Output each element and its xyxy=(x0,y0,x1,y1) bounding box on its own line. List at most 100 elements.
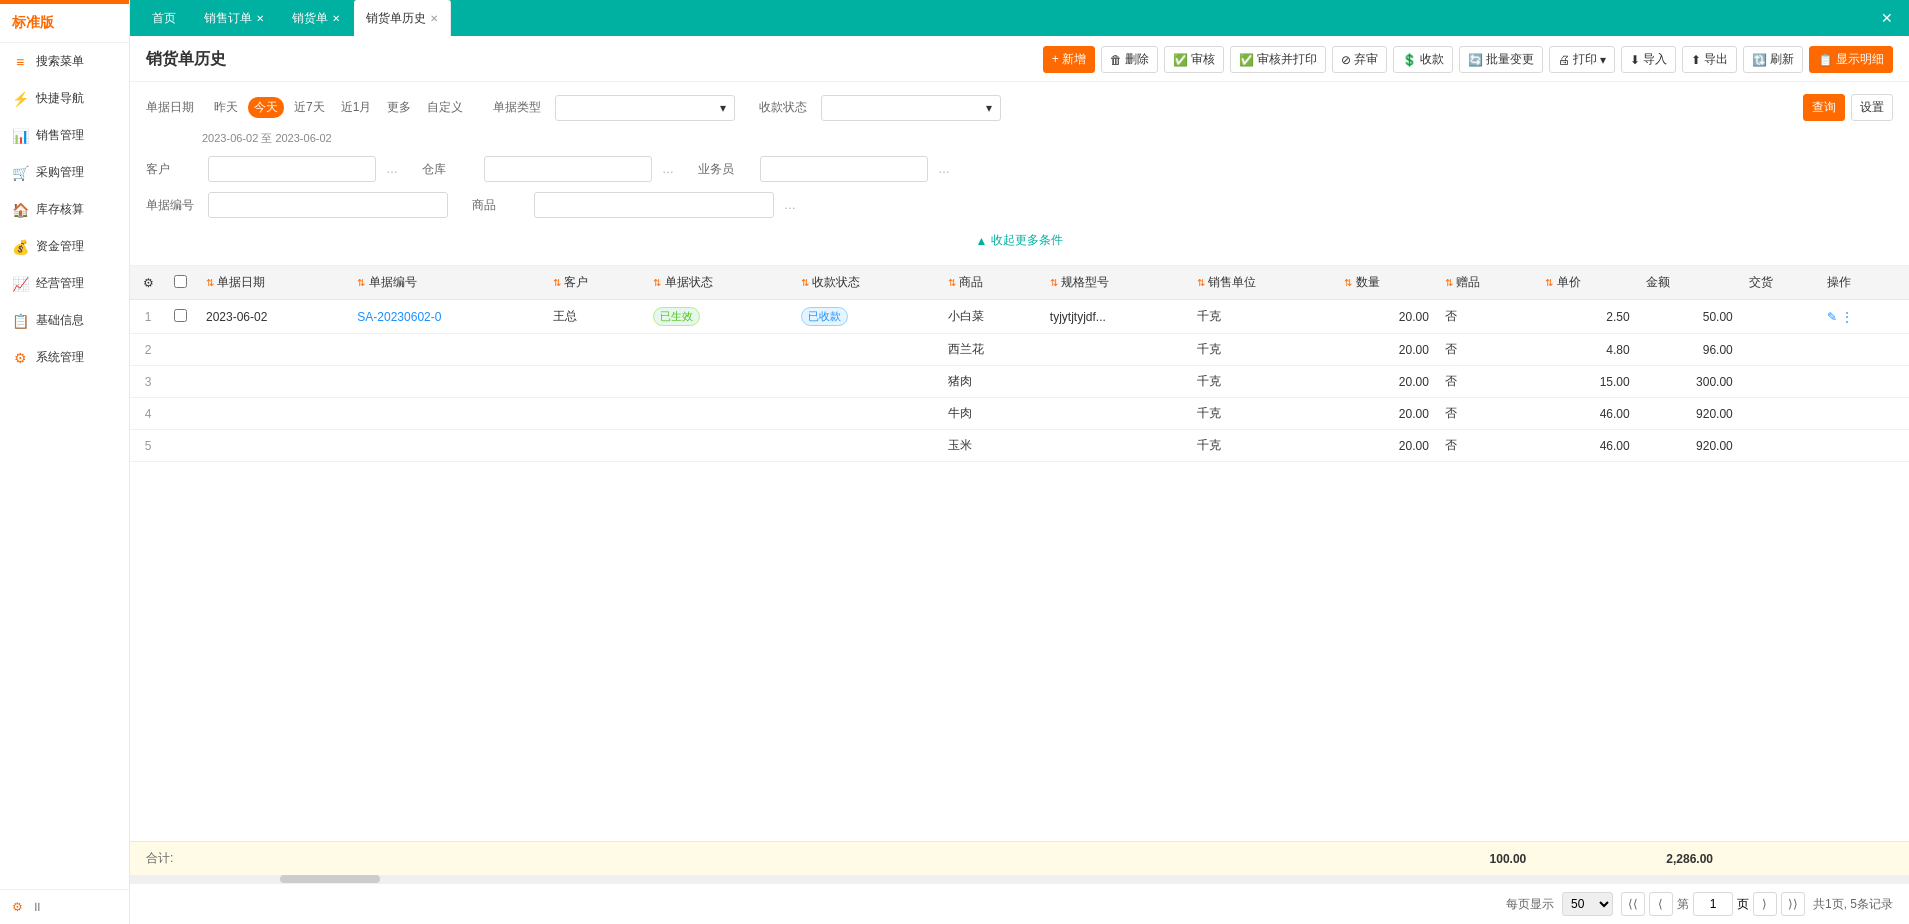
prev-page-button[interactable]: ⟨ xyxy=(1649,892,1673,916)
sidebar-item-ops-mgmt[interactable]: 📈 经营管理 xyxy=(0,265,129,302)
customer-input[interactable] xyxy=(208,156,376,182)
scrollbar-area[interactable] xyxy=(130,875,1909,883)
summary-total-amount: 2,286.00 xyxy=(1666,852,1713,866)
row-action: ✎⋮ xyxy=(1819,300,1909,334)
date-btn-custom[interactable]: 自定义 xyxy=(421,97,469,118)
finance-mgmt-icon: 💰 xyxy=(12,239,28,255)
sidebar-item-purchase-mgmt[interactable]: 🛒 采购管理 xyxy=(0,154,129,191)
date-range-display: 2023-06-02 至 2023-06-02 xyxy=(202,131,1893,146)
more-link[interactable]: ⋮ xyxy=(1841,310,1853,324)
tab-sales-order-close[interactable]: ✕ xyxy=(256,13,264,24)
settings-icon[interactable]: ⚙ xyxy=(12,900,23,914)
business-dots[interactable]: … xyxy=(938,162,950,176)
date-btn-more[interactable]: 更多 xyxy=(381,97,417,118)
abandon-button[interactable]: ⊘ 弃审 xyxy=(1332,46,1387,73)
sidebar-item-search-menu[interactable]: ≡ 搜索菜单 xyxy=(0,43,129,80)
settings-button[interactable]: 设置 xyxy=(1851,94,1893,121)
batch-change-icon: 🔄 xyxy=(1468,53,1483,67)
row-doc-no[interactable] xyxy=(349,398,545,430)
import-button[interactable]: ⬇ 导入 xyxy=(1621,46,1676,73)
select-all-checkbox[interactable] xyxy=(174,275,187,288)
tab-home-label: 首页 xyxy=(152,10,176,27)
page-number-input[interactable] xyxy=(1693,892,1733,916)
table-header-row: ⚙ ⇅ 单据日期 ⇅ 单据编号 ⇅ 客户 xyxy=(130,266,1909,300)
warehouse-dots[interactable]: … xyxy=(662,162,674,176)
collapse-button[interactable]: ▲ 收起更多条件 xyxy=(976,232,1064,249)
collect-button[interactable]: 💲 收款 xyxy=(1393,46,1453,73)
date-btn-today[interactable]: 今天 xyxy=(248,97,284,118)
tab-home[interactable]: 首页 xyxy=(138,0,190,36)
export-button[interactable]: ⬆ 导出 xyxy=(1682,46,1737,73)
row-gift: 否 xyxy=(1437,366,1537,398)
sidebar-item-quick-nav[interactable]: ⚡ 快捷导航 xyxy=(0,80,129,117)
delete-button[interactable]: 🗑 删除 xyxy=(1101,46,1158,73)
row-checkbox[interactable] xyxy=(166,430,198,462)
row-checkbox[interactable] xyxy=(166,300,198,334)
tab-sales-goods[interactable]: 销货单 ✕ xyxy=(278,0,354,36)
table-settings-icon[interactable]: ⚙ xyxy=(143,276,154,290)
pay-status-select[interactable]: ▾ xyxy=(821,95,1001,121)
first-page-button[interactable]: ⟨⟨ xyxy=(1621,892,1645,916)
last-page-button[interactable]: ⟩⟩ xyxy=(1781,892,1805,916)
delete-icon: 🗑 xyxy=(1110,53,1122,67)
pay-status-label: 收款状态 xyxy=(759,99,815,116)
row-doc-status xyxy=(645,430,792,462)
close-all-tabs[interactable]: ✕ xyxy=(1873,10,1901,26)
col-doc-status: ⇅ 单据状态 xyxy=(645,266,792,300)
doc-no-input[interactable] xyxy=(208,192,448,218)
show-detail-button[interactable]: 📋 显示明细 xyxy=(1809,46,1893,73)
page-nav: ⟨⟨ ⟨ 第 页 ⟩ ⟩⟩ xyxy=(1621,892,1805,916)
print-button[interactable]: 🖨 打印 ▾ xyxy=(1549,46,1615,73)
tab-sales-history-close[interactable]: ✕ xyxy=(430,13,438,24)
review-button[interactable]: ✅ 审核 xyxy=(1164,46,1224,73)
tab-sales-history[interactable]: 销货单历史 ✕ xyxy=(354,0,451,36)
row-doc-no[interactable] xyxy=(349,366,545,398)
next-page-button[interactable]: ⟩ xyxy=(1753,892,1777,916)
row-checkbox[interactable] xyxy=(166,398,198,430)
tab-sales-order[interactable]: 销售订单 ✕ xyxy=(190,0,278,36)
batch-change-button[interactable]: 🔄 批量变更 xyxy=(1459,46,1543,73)
date-btn-yesterday[interactable]: 昨天 xyxy=(208,97,244,118)
sidebar-item-inventory[interactable]: 🏠 库存核算 xyxy=(0,191,129,228)
row-doc-no[interactable] xyxy=(349,430,545,462)
sidebar-item-label: 资金管理 xyxy=(36,238,84,255)
per-page-select[interactable]: 50 100 200 xyxy=(1562,892,1613,916)
col-customer: ⇅ 客户 xyxy=(545,266,645,300)
doc-type-select[interactable]: ▾ xyxy=(555,95,735,121)
row-checkbox[interactable] xyxy=(166,366,198,398)
sidebar-item-finance-mgmt[interactable]: 💰 资金管理 xyxy=(0,228,129,265)
date-btn-1month[interactable]: 近1月 xyxy=(335,97,378,118)
warehouse-input[interactable] xyxy=(484,156,652,182)
review-print-button[interactable]: ✅ 审核并打印 xyxy=(1230,46,1326,73)
goods-input[interactable] xyxy=(534,192,774,218)
goods-dots[interactable]: … xyxy=(784,198,796,212)
purchase-mgmt-icon: 🛒 xyxy=(12,165,28,181)
row-doc-no[interactable] xyxy=(349,334,545,366)
row-amount: 96.00 xyxy=(1638,334,1741,366)
tab-sales-goods-close[interactable]: ✕ xyxy=(332,13,340,24)
business-input[interactable] xyxy=(760,156,928,182)
row-doc-no[interactable]: SA-20230602-0 xyxy=(349,300,545,334)
data-table: ⚙ ⇅ 单据日期 ⇅ 单据编号 ⇅ 客户 xyxy=(130,266,1909,462)
collapse-icon[interactable]: ⏸ xyxy=(31,900,43,914)
sidebar-item-sys-mgmt[interactable]: ⚙ 系统管理 xyxy=(0,339,129,376)
new-button[interactable]: + 新增 xyxy=(1043,46,1095,73)
sidebar-item-sales-mgmt[interactable]: 📊 销售管理 xyxy=(0,117,129,154)
row-unit: 千克 xyxy=(1189,430,1336,462)
edit-link[interactable]: ✎ xyxy=(1827,310,1837,324)
import-icon: ⬇ xyxy=(1630,53,1640,67)
doc-type-label: 单据类型 xyxy=(493,99,549,116)
row-goods: 猪肉 xyxy=(940,366,1042,398)
col-settings[interactable]: ⚙ xyxy=(130,266,166,300)
date-btn-7days[interactable]: 近7天 xyxy=(288,97,331,118)
row-checkbox[interactable] xyxy=(166,334,198,366)
refresh-button[interactable]: 🔃 刷新 xyxy=(1743,46,1803,73)
col-checkbox[interactable] xyxy=(166,266,198,300)
print-icon: 🖨 xyxy=(1558,53,1570,67)
customer-dots[interactable]: … xyxy=(386,162,398,176)
scrollbar-thumb[interactable] xyxy=(280,875,380,883)
query-button[interactable]: 查询 xyxy=(1803,94,1845,121)
col-qty: ⇅ 数量 xyxy=(1336,266,1436,300)
sort-icon: ⇅ xyxy=(801,277,809,288)
sidebar-item-basic-info[interactable]: 📋 基础信息 xyxy=(0,302,129,339)
